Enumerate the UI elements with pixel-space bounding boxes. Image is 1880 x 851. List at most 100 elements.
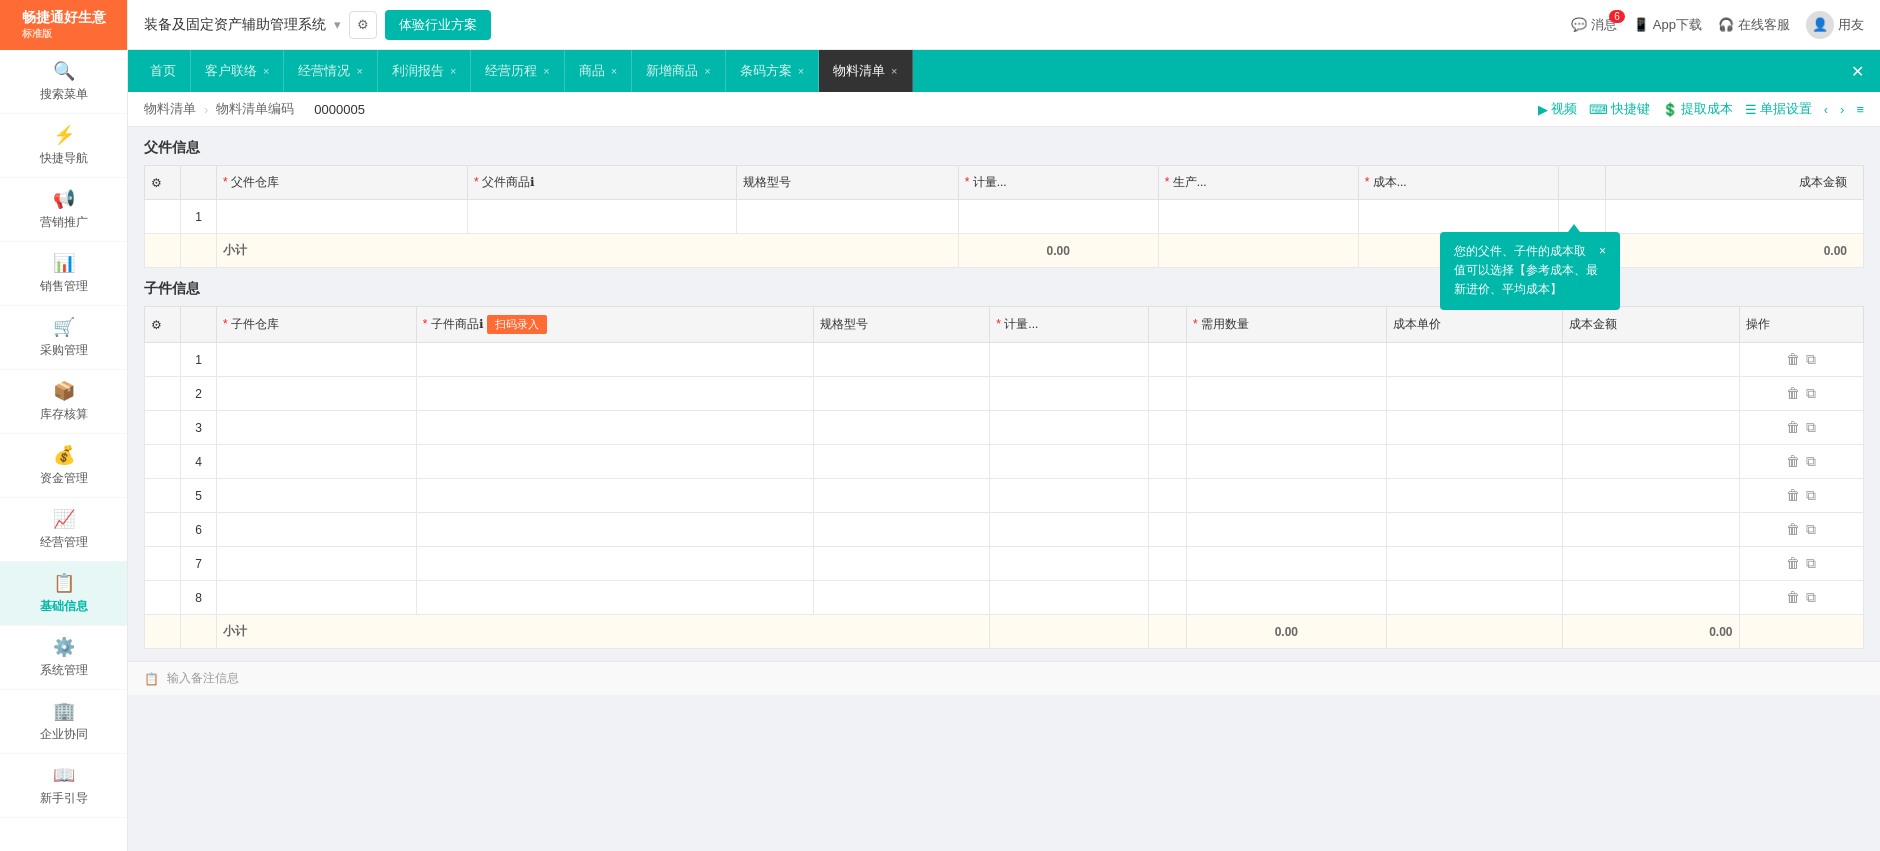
delete-icon-row1[interactable]: 🗑: [1786, 351, 1800, 368]
sidebar-item-finance[interactable]: 💰 资金管理: [0, 434, 127, 498]
sidebar-item-guide[interactable]: 📖 新手引导: [0, 754, 127, 818]
child-row1-goods[interactable]: [416, 343, 813, 377]
copy-icon-row4[interactable]: ⧉: [1806, 453, 1816, 470]
tab-operations-status[interactable]: 经营情况 ×: [284, 50, 377, 92]
view-btn[interactable]: ▶ 视频: [1538, 100, 1577, 118]
message-badge-item[interactable]: 💬 消息 6: [1571, 16, 1617, 34]
tab-customer[interactable]: 客户联络 ×: [191, 50, 284, 92]
child-row8-unit[interactable]: [990, 581, 1149, 615]
app-download-item[interactable]: 📱 App下载: [1633, 16, 1702, 34]
child-row1-unit-cost[interactable]: [1386, 343, 1562, 377]
delete-icon-row4[interactable]: 🗑: [1786, 453, 1800, 470]
copy-icon-row1[interactable]: ⧉: [1806, 351, 1816, 368]
child-row3-needed[interactable]: [1187, 411, 1387, 445]
extract-cost-btn[interactable]: 💲 提取成本: [1662, 100, 1733, 118]
delete-icon-row6[interactable]: 🗑: [1786, 521, 1800, 538]
child-row5-goods[interactable]: [416, 479, 813, 513]
online-service-item[interactable]: 🎧 在线客服: [1718, 16, 1790, 34]
menu-icon[interactable]: ≡: [1856, 102, 1864, 117]
tab-bom-close[interactable]: ×: [891, 65, 897, 77]
child-row5-unit[interactable]: [990, 479, 1149, 513]
child-row4-unit[interactable]: [990, 445, 1149, 479]
child-row8-warehouse[interactable]: [217, 581, 417, 615]
nav-next[interactable]: ›: [1840, 102, 1844, 117]
sidebar-item-search[interactable]: 🔍 搜索菜单: [0, 50, 127, 114]
sidebar-item-enterprise[interactable]: 🏢 企业协同: [0, 690, 127, 754]
child-row4-spec[interactable]: [813, 445, 989, 479]
child-row2-needed[interactable]: [1187, 377, 1387, 411]
child-row8-unit-cost[interactable]: [1386, 581, 1562, 615]
child-row4-goods[interactable]: [416, 445, 813, 479]
child-row7-unit-cost[interactable]: [1386, 547, 1562, 581]
gear-button[interactable]: ⚙: [349, 11, 377, 39]
parent-row1-produce[interactable]: [1158, 200, 1358, 234]
child-row1-needed[interactable]: [1187, 343, 1387, 377]
copy-icon-row2[interactable]: ⧉: [1806, 385, 1816, 402]
sys-dropdown-arrow[interactable]: ▾: [334, 17, 341, 32]
tab-new-goods[interactable]: 新增商品 ×: [632, 50, 725, 92]
copy-icon-row3[interactable]: ⧉: [1806, 419, 1816, 436]
tab-home[interactable]: 首页: [136, 50, 191, 92]
notes-text[interactable]: 输入备注信息: [167, 670, 239, 687]
child-row2-spec[interactable]: [813, 377, 989, 411]
child-row7-needed[interactable]: [1187, 547, 1387, 581]
child-row5-needed[interactable]: [1187, 479, 1387, 513]
child-row7-goods[interactable]: [416, 547, 813, 581]
tab-customer-close[interactable]: ×: [263, 65, 269, 77]
breadcrumb-bom-code[interactable]: 物料清单编码: [216, 100, 294, 118]
parent-row1-spec[interactable]: [736, 200, 958, 234]
child-row3-unit-cost[interactable]: [1386, 411, 1562, 445]
tooltip-close[interactable]: ×: [1599, 242, 1606, 261]
child-row3-goods[interactable]: [416, 411, 813, 445]
tab-history[interactable]: 经营历程 ×: [471, 50, 564, 92]
tab-new-goods-close[interactable]: ×: [704, 65, 710, 77]
child-row5-warehouse[interactable]: [217, 479, 417, 513]
sidebar-item-basic-info[interactable]: 📋 基础信息: [0, 562, 127, 626]
child-row5-unit-cost[interactable]: [1386, 479, 1562, 513]
parent-row1-warehouse[interactable]: [217, 200, 468, 234]
sidebar-item-system[interactable]: ⚙️ 系统管理: [0, 626, 127, 690]
child-row4-unit-cost[interactable]: [1386, 445, 1562, 479]
child-row6-warehouse[interactable]: [217, 513, 417, 547]
copy-icon-row5[interactable]: ⧉: [1806, 487, 1816, 504]
tab-profit[interactable]: 利润报告 ×: [378, 50, 471, 92]
child-row3-warehouse[interactable]: [217, 411, 417, 445]
child-row2-unit[interactable]: [990, 377, 1149, 411]
shortcut-btn[interactable]: ⌨ 快捷键: [1589, 100, 1650, 118]
sidebar-item-purchase[interactable]: 🛒 采购管理: [0, 306, 127, 370]
child-row6-needed[interactable]: [1187, 513, 1387, 547]
delete-icon-row3[interactable]: 🗑: [1786, 419, 1800, 436]
scan-button[interactable]: 扫码录入: [487, 315, 547, 334]
child-row7-spec[interactable]: [813, 547, 989, 581]
nav-prev[interactable]: ‹: [1824, 102, 1828, 117]
try-button[interactable]: 体验行业方案: [385, 10, 491, 40]
tab-history-close[interactable]: ×: [543, 65, 549, 77]
single-settings-btn[interactable]: ☰ 单据设置: [1745, 100, 1812, 118]
delete-icon-row2[interactable]: 🗑: [1786, 385, 1800, 402]
breadcrumb-bom[interactable]: 物料清单: [144, 100, 196, 118]
child-row4-needed[interactable]: [1187, 445, 1387, 479]
child-row4-warehouse[interactable]: [217, 445, 417, 479]
tab-bom[interactable]: 物料清单 ×: [819, 50, 912, 92]
tab-operations-status-close[interactable]: ×: [356, 65, 362, 77]
child-row3-unit[interactable]: [990, 411, 1149, 445]
child-row1-unit[interactable]: [990, 343, 1149, 377]
child-row6-unit[interactable]: [990, 513, 1149, 547]
close-all-tabs[interactable]: ✕: [1843, 62, 1872, 81]
user-item[interactable]: 👤 用友: [1806, 11, 1864, 39]
copy-icon-row6[interactable]: ⧉: [1806, 521, 1816, 538]
delete-icon-row8[interactable]: 🗑: [1786, 589, 1800, 606]
child-row6-goods[interactable]: [416, 513, 813, 547]
child-row6-unit-cost[interactable]: [1386, 513, 1562, 547]
child-row6-spec[interactable]: [813, 513, 989, 547]
child-row2-unit-cost[interactable]: [1386, 377, 1562, 411]
copy-icon-row8[interactable]: ⧉: [1806, 589, 1816, 606]
sidebar-item-sales[interactable]: 📊 销售管理: [0, 242, 127, 306]
child-row1-warehouse[interactable]: [217, 343, 417, 377]
sidebar-item-operations[interactable]: 📈 经营管理: [0, 498, 127, 562]
child-row8-spec[interactable]: [813, 581, 989, 615]
sidebar-item-quick-nav[interactable]: ⚡ 快捷导航: [0, 114, 127, 178]
tab-profit-close[interactable]: ×: [450, 65, 456, 77]
tab-barcode[interactable]: 条码方案 ×: [726, 50, 819, 92]
child-row5-spec[interactable]: [813, 479, 989, 513]
